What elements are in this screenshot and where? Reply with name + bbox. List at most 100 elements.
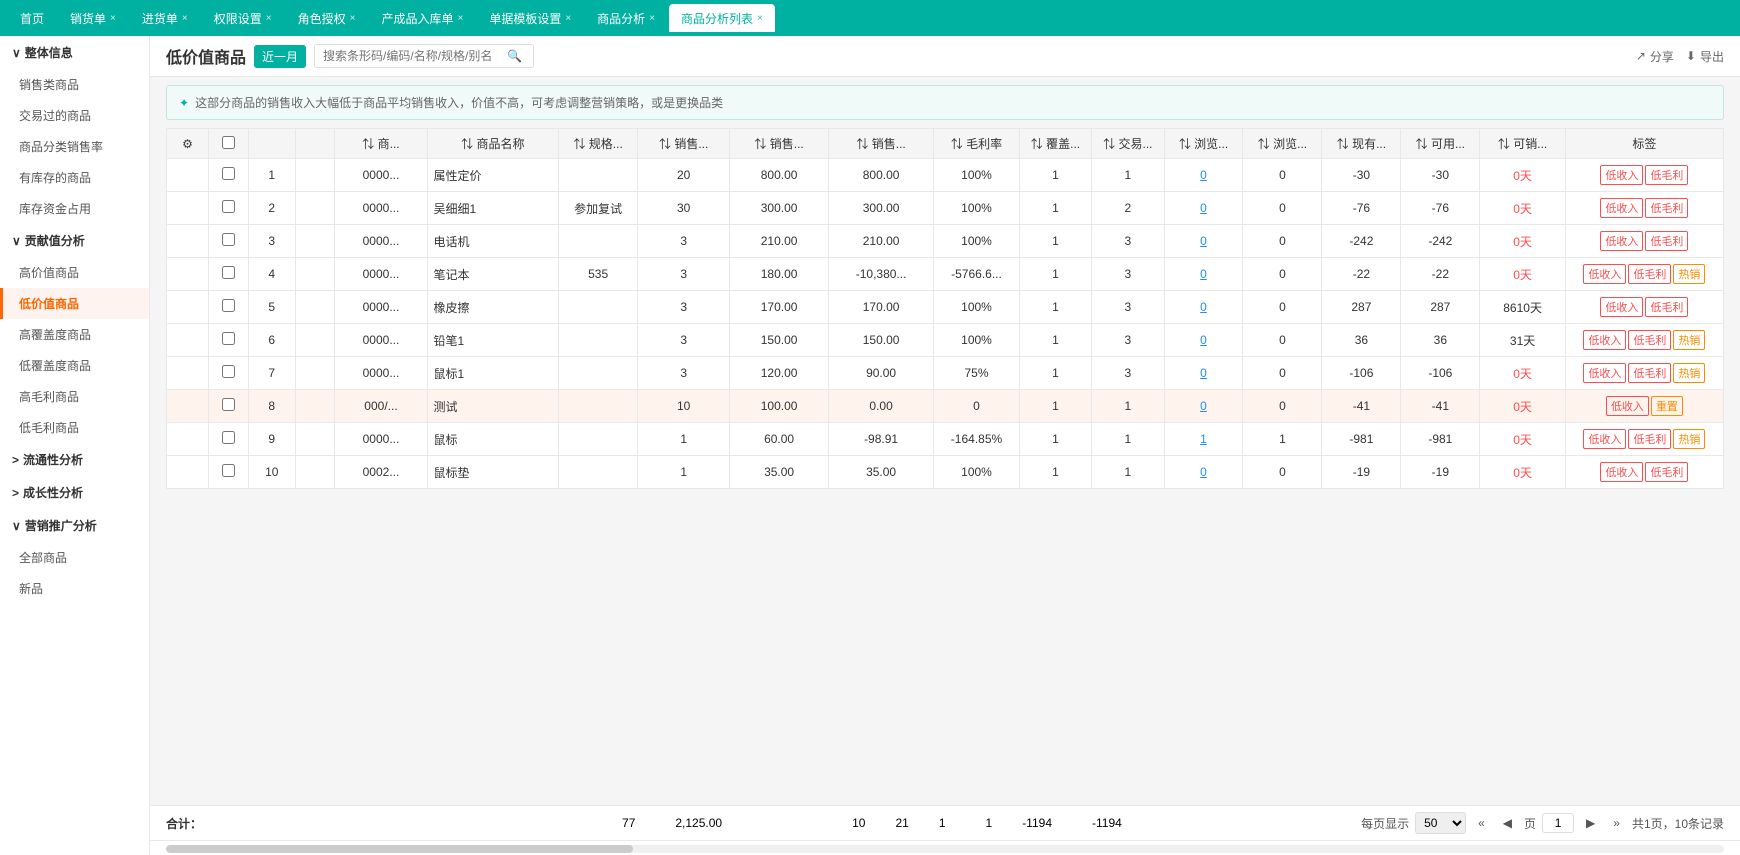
stock2-col-header[interactable]: ⇅ 可用... [1401,129,1480,159]
row-checkbox[interactable] [222,332,235,345]
view-link[interactable]: 0 [1200,399,1207,413]
sidebar-group-circulation[interactable]: > 流通性分析 [0,443,149,476]
row-checkbox[interactable] [222,266,235,279]
sidebar-item-high-value[interactable]: 高价值商品 [0,257,149,288]
sidebar-item-in-stock-products[interactable]: 有库存的商品 [0,162,149,193]
page-prev[interactable]: ◀ [1497,814,1518,832]
close-icon[interactable]: × [457,13,463,24]
scrollbar-thumb[interactable] [166,845,633,853]
sidebar-item-high-coverage[interactable]: 高覆盖度商品 [0,319,149,350]
sidebar-item-traded-products[interactable]: 交易过的商品 [0,100,149,131]
search-icon[interactable]: 🔍 [507,49,522,63]
sale-amt-col-header[interactable]: ⇅ 销售... [730,129,829,159]
view-link[interactable]: 0 [1200,366,1207,380]
sidebar-item-category-sales-rate[interactable]: 商品分类销售率 [0,131,149,162]
sidebar-item-low-margin[interactable]: 低毛利商品 [0,412,149,443]
sidebar-item-low-value[interactable]: 低价值商品 [0,288,149,319]
row-view1[interactable]: 0 [1164,456,1243,489]
row-view1[interactable]: 0 [1164,324,1243,357]
row-checkbox[interactable] [222,200,235,213]
view2-col-header[interactable]: ⇅ 浏览... [1243,129,1322,159]
row-view1[interactable]: 0 [1164,192,1243,225]
row-view1[interactable]: 1 [1164,423,1243,456]
gross-rate-col-header[interactable]: ⇅ 毛利率 [934,129,1020,159]
sidebar-group-marketing[interactable]: ∨ 营销推广分析 [0,509,149,542]
sidebar-item-low-coverage[interactable]: 低覆盖度商品 [0,350,149,381]
select-all-checkbox[interactable] [222,136,235,149]
nav-template-settings[interactable]: 单据模板设置 × [477,4,583,32]
row-checkbox[interactable] [222,365,235,378]
filter-recent-month-button[interactable]: 近一月 [254,45,306,68]
nav-purchase-order[interactable]: 进货单 × [130,4,200,32]
row-checkbox[interactable] [222,167,235,180]
row-view1[interactable]: 0 [1164,357,1243,390]
row-name[interactable]: 鼠标 [427,423,559,456]
nav-product-entry[interactable]: 产成品入库单 × [369,4,475,32]
row-name[interactable]: 鼠标1 [427,357,559,390]
view-link[interactable]: 0 [1200,465,1207,479]
nav-permission-settings[interactable]: 权限设置 × [202,4,284,32]
view-link[interactable]: 0 [1200,201,1207,215]
view-link[interactable]: 1 [1200,432,1207,446]
row-view1[interactable]: 0 [1164,390,1243,423]
close-icon[interactable]: × [110,13,116,24]
row-view1[interactable]: 0 [1164,225,1243,258]
view-link[interactable]: 0 [1200,333,1207,347]
name-col-header[interactable]: ⇅ 商品名称 [427,129,559,159]
nav-role-auth[interactable]: 角色授权 × [286,4,368,32]
close-icon[interactable]: × [182,13,188,24]
settings-col-header[interactable]: ⚙ [167,129,209,159]
view-link[interactable]: 0 [1200,267,1207,281]
code-col-header[interactable]: ⇅ 商... [335,129,427,159]
view1-col-header[interactable]: ⇅ 浏览... [1164,129,1243,159]
sidebar-item-inventory-capital[interactable]: 库存资金占用 [0,193,149,224]
sale-qty-col-header[interactable]: ⇅ 销售... [638,129,730,159]
row-checkbox[interactable] [222,431,235,444]
close-icon[interactable]: × [757,13,763,24]
export-button[interactable]: ⬇ 导出 [1686,48,1724,65]
row-name[interactable]: 吴细细1 [427,192,559,225]
row-checkbox[interactable] [222,233,235,246]
nav-product-analysis[interactable]: 商品分析 × [585,4,667,32]
sidebar-group-contribution[interactable]: ∨ 贡献值分析 [0,224,149,257]
row-name[interactable]: 橡皮擦 [427,291,559,324]
nav-sales-order[interactable]: 销货单 × [58,4,128,32]
cover-col-header[interactable]: ⇅ 覆盖... [1019,129,1091,159]
close-icon[interactable]: × [266,13,272,24]
row-checkbox[interactable] [222,464,235,477]
page-go-first[interactable]: « [1472,814,1491,832]
row-checkbox[interactable] [222,299,235,312]
close-icon[interactable]: × [649,13,655,24]
row-name[interactable]: 属性定价 [427,159,559,192]
sidebar-group-overall[interactable]: ∨ 整体信息 [0,36,149,69]
close-icon[interactable]: × [565,13,571,24]
nav-home[interactable]: 首页 [8,4,56,32]
search-input[interactable] [323,49,503,63]
view-link[interactable]: 0 [1200,300,1207,314]
page-next[interactable]: ▶ [1580,814,1601,832]
close-icon[interactable]: × [350,13,356,24]
page-input[interactable] [1542,813,1574,833]
view-link[interactable]: 0 [1200,234,1207,248]
row-view1[interactable]: 0 [1164,159,1243,192]
view-link[interactable]: 0 [1200,168,1207,182]
sidebar-item-high-margin[interactable]: 高毛利商品 [0,381,149,412]
share-button[interactable]: ↗ 分享 [1636,48,1674,65]
row-view1[interactable]: 0 [1164,258,1243,291]
stock3-col-header[interactable]: ⇅ 可销... [1480,129,1566,159]
trade-col-header[interactable]: ⇅ 交易... [1092,129,1164,159]
row-checkbox[interactable] [222,398,235,411]
row-name[interactable]: 笔记本 [427,258,559,291]
sale-val-col-header[interactable]: ⇅ 销售... [828,129,933,159]
row-name[interactable]: 鼠标垫 [427,456,559,489]
sidebar-item-all-products[interactable]: 全部商品 [0,542,149,573]
scrollbar-track[interactable] [166,845,1724,853]
page-size-select[interactable]: 50 100 200 [1415,812,1466,834]
nav-product-analysis-list[interactable]: 商品分析列表 × [669,4,775,32]
settings-icon[interactable]: ⚙ [182,137,193,151]
page-go-last[interactable]: » [1607,814,1626,832]
select-all-col[interactable] [209,129,248,159]
row-view1[interactable]: 0 [1164,291,1243,324]
sidebar-item-sales-products[interactable]: 销售类商品 [0,69,149,100]
row-name[interactable]: 测试 [427,390,559,423]
